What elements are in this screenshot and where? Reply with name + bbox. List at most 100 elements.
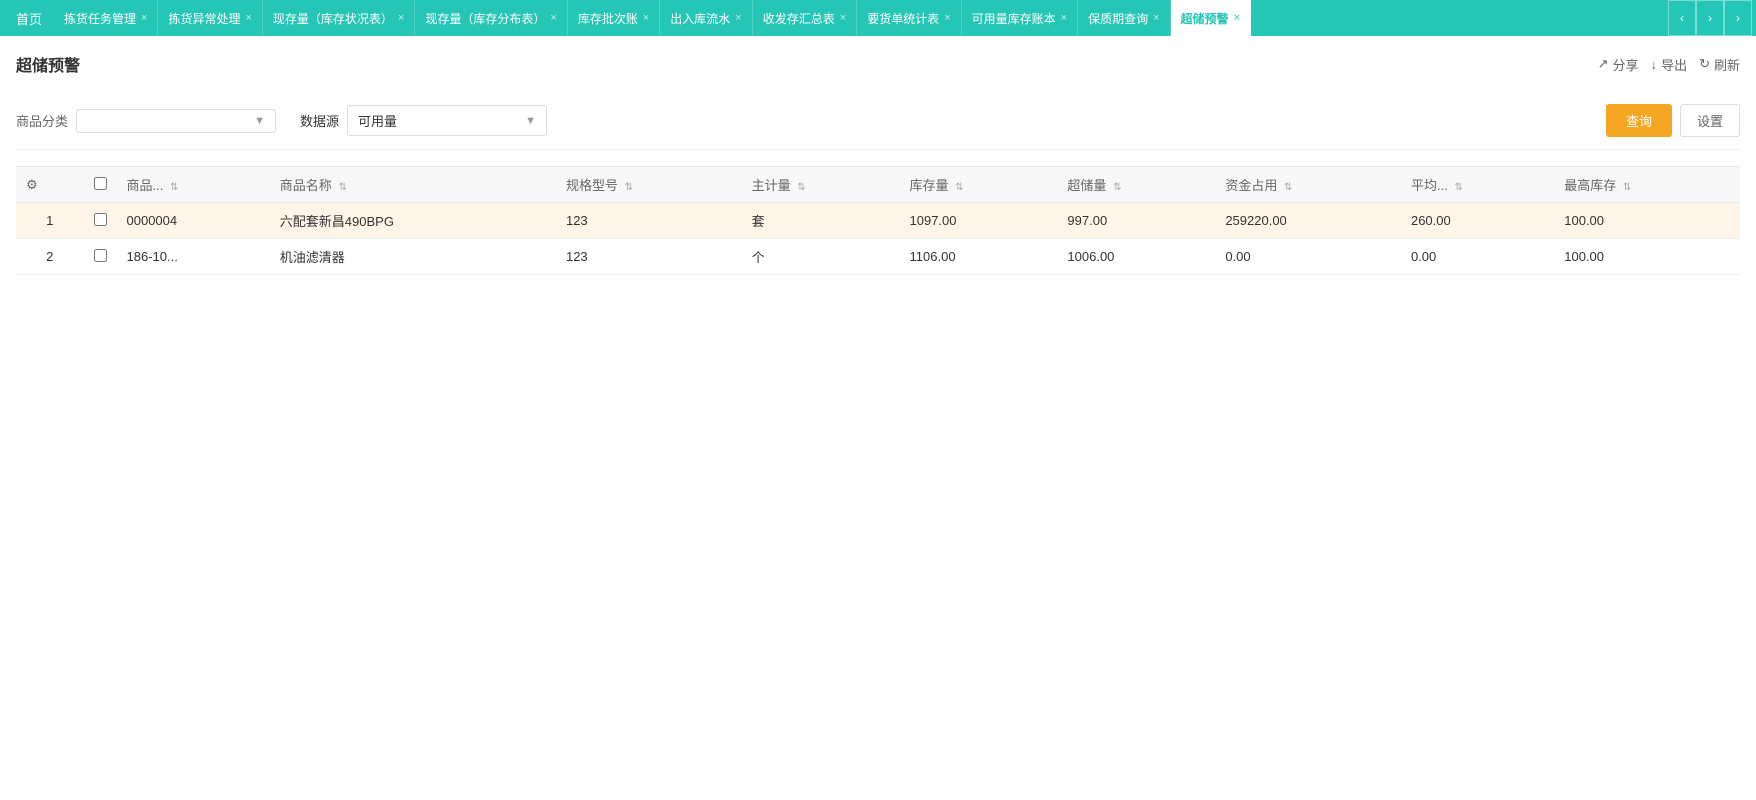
sort-icon-avg: ⇅ bbox=[1454, 182, 1462, 193]
export-button[interactable]: ↓ 导出 bbox=[1651, 55, 1688, 74]
nav-home[interactable]: 首页 bbox=[4, 0, 54, 36]
nav-tab-close-8[interactable]: × bbox=[1061, 12, 1067, 24]
nav-tab-close-6[interactable]: × bbox=[840, 12, 846, 24]
nav-tab-close-9[interactable]: × bbox=[1153, 12, 1159, 24]
datasource-select-text: 可用量 bbox=[358, 111, 525, 130]
select-all-checkbox[interactable] bbox=[94, 177, 107, 190]
row-select-checkbox-0[interactable] bbox=[94, 213, 107, 226]
nav-tab-label-9: 保质期查询 bbox=[1088, 10, 1148, 27]
nav-tab-close-3[interactable]: × bbox=[550, 12, 556, 24]
nav-tab-close-7[interactable]: × bbox=[944, 12, 950, 24]
nav-tab-label-1: 拣货异常处理 bbox=[168, 10, 240, 27]
nav-tab-close-5[interactable]: × bbox=[735, 12, 741, 24]
export-label: 导出 bbox=[1661, 55, 1687, 74]
nav-tab-label-2: 现存量（库存状况表） bbox=[273, 10, 393, 27]
data-table: ⚙ 商品... ⇅ 商品名称 ⇅ 规格型号 ⇅ 主计量 bbox=[16, 166, 1740, 275]
refresh-label: 刷新 bbox=[1714, 55, 1740, 74]
th-spec-label: 规格型号 bbox=[566, 178, 618, 193]
datasource-filter: 数据源 可用量 ▼ bbox=[300, 105, 547, 136]
page-content: 超储预警 ↗ 分享 ↓ 导出 ↻ 刷新 商品分类 ▼ 数据源 bbox=[0, 36, 1756, 800]
sort-icon-unit: ⇅ bbox=[797, 182, 805, 193]
row-overflow-1: 1006.00 bbox=[1057, 239, 1215, 275]
share-icon: ↗ bbox=[1598, 56, 1609, 72]
table-header-id[interactable]: 商品... ⇅ bbox=[117, 167, 270, 203]
category-filter-label: 商品分类 bbox=[16, 111, 68, 130]
nav-tab-close-10[interactable]: × bbox=[1234, 12, 1240, 24]
nav-tab-close-0[interactable]: × bbox=[141, 12, 147, 24]
th-unit-label: 主计量 bbox=[752, 178, 791, 193]
row-maxstock-1: 100.00 bbox=[1554, 239, 1740, 275]
row-checkbox-1[interactable] bbox=[84, 239, 117, 275]
table-header-avg[interactable]: 平均... ⇅ bbox=[1401, 167, 1554, 203]
table-row: 2 186-10... 机油滤清器 123 个 1106.00 1006.00 … bbox=[16, 239, 1740, 275]
top-navigation: 首页 拣货任务管理 × 拣货异常处理 × 现存量（库存状况表） × 现存量（库存… bbox=[0, 0, 1756, 36]
row-capital-1: 0.00 bbox=[1215, 239, 1401, 275]
row-overflow-0: 997.00 bbox=[1057, 203, 1215, 239]
row-unit-0: 套 bbox=[742, 203, 900, 239]
nav-tab-9[interactable]: 保质期查询 × bbox=[1078, 0, 1170, 36]
nav-arrows: ‹ › › bbox=[1668, 0, 1752, 36]
row-name-1: 机油滤清器 bbox=[270, 239, 556, 275]
share-label: 分享 bbox=[1613, 55, 1639, 74]
row-spec-0: 123 bbox=[556, 203, 742, 239]
sort-icon-capital: ⇅ bbox=[1284, 182, 1292, 193]
sort-icon-maxstock: ⇅ bbox=[1623, 182, 1631, 193]
nav-tab-8[interactable]: 可用量库存账本 × bbox=[962, 0, 1078, 36]
table-header-checkbox bbox=[84, 167, 117, 203]
nav-home-label: 首页 bbox=[16, 9, 42, 28]
nav-tab-0[interactable]: 拣货任务管理 × bbox=[54, 0, 158, 36]
query-button[interactable]: 查询 bbox=[1606, 104, 1672, 137]
nav-prev-arrow[interactable]: ‹ bbox=[1668, 0, 1696, 36]
sort-icon-name: ⇅ bbox=[338, 182, 346, 193]
refresh-button[interactable]: ↻ 刷新 bbox=[1699, 55, 1740, 74]
nav-tab-10[interactable]: 超储预警 × bbox=[1171, 0, 1251, 36]
sort-icon-overflow: ⇅ bbox=[1113, 182, 1121, 193]
nav-next-arrow[interactable]: › bbox=[1696, 0, 1724, 36]
nav-tab-close-2[interactable]: × bbox=[398, 12, 404, 24]
table-header-unit[interactable]: 主计量 ⇅ bbox=[742, 167, 900, 203]
page-header: 超储预警 ↗ 分享 ↓ 导出 ↻ 刷新 bbox=[16, 52, 1740, 76]
share-button[interactable]: ↗ 分享 bbox=[1598, 55, 1639, 74]
nav-tab-7[interactable]: 要货单统计表 × bbox=[857, 0, 961, 36]
datasource-select[interactable]: 可用量 ▼ bbox=[347, 105, 547, 136]
nav-tab-label-0: 拣货任务管理 bbox=[64, 10, 136, 27]
table-header-overflow[interactable]: 超储量 ⇅ bbox=[1057, 167, 1215, 203]
nav-tab-2[interactable]: 现存量（库存状况表） × bbox=[263, 0, 415, 36]
th-name-label: 商品名称 bbox=[280, 178, 332, 193]
chevron-down-icon: ▼ bbox=[254, 115, 265, 127]
row-id-0: 0000004 bbox=[117, 203, 270, 239]
table-header-stock[interactable]: 库存量 ⇅ bbox=[900, 167, 1058, 203]
nav-tab-6[interactable]: 收发存汇总表 × bbox=[753, 0, 857, 36]
nav-more-arrow[interactable]: › bbox=[1724, 0, 1752, 36]
nav-tab-5[interactable]: 出入库流水 × bbox=[660, 0, 752, 36]
category-select[interactable]: ▼ bbox=[76, 109, 276, 133]
nav-tab-1[interactable]: 拣货异常处理 × bbox=[158, 0, 262, 36]
th-stock-label: 库存量 bbox=[910, 178, 949, 193]
table-header-name[interactable]: 商品名称 ⇅ bbox=[270, 167, 556, 203]
nav-tab-close-1[interactable]: × bbox=[245, 12, 251, 24]
table-header-capital[interactable]: 资金占用 ⇅ bbox=[1215, 167, 1401, 203]
nav-tab-close-4[interactable]: × bbox=[643, 12, 649, 24]
th-overflow-label: 超储量 bbox=[1067, 178, 1106, 193]
row-checkbox-0[interactable] bbox=[84, 203, 117, 239]
row-spec-1: 123 bbox=[556, 239, 742, 275]
th-maxstock-label: 最高库存 bbox=[1564, 178, 1616, 193]
nav-tab-label-3: 现存量（库存分布表） bbox=[425, 10, 545, 27]
table-header-maxstock[interactable]: 最高库存 ⇅ bbox=[1554, 167, 1740, 203]
nav-tab-label-4: 库存批次账 bbox=[578, 10, 638, 27]
filter-bar: 商品分类 ▼ 数据源 可用量 ▼ 查询 设置 bbox=[16, 92, 1740, 150]
table-row: 1 0000004 六配套新昌490BPG 123 套 1097.00 997.… bbox=[16, 203, 1740, 239]
sort-icon-stock: ⇅ bbox=[955, 182, 963, 193]
row-unit-1: 个 bbox=[742, 239, 900, 275]
th-id-label: 商品... bbox=[127, 178, 164, 193]
settings-button[interactable]: 设置 bbox=[1680, 104, 1740, 137]
nav-tab-4[interactable]: 库存批次账 × bbox=[568, 0, 660, 36]
table-header-spec[interactable]: 规格型号 ⇅ bbox=[556, 167, 742, 203]
nav-tab-label-8: 可用量库存账本 bbox=[972, 10, 1056, 27]
refresh-icon: ↻ bbox=[1699, 56, 1710, 72]
row-select-checkbox-1[interactable] bbox=[94, 249, 107, 262]
category-filter: 商品分类 ▼ bbox=[16, 109, 276, 133]
table-header-gear[interactable]: ⚙ bbox=[16, 167, 84, 203]
nav-tab-3[interactable]: 现存量（库存分布表） × bbox=[415, 0, 567, 36]
row-avg-1: 0.00 bbox=[1401, 239, 1554, 275]
